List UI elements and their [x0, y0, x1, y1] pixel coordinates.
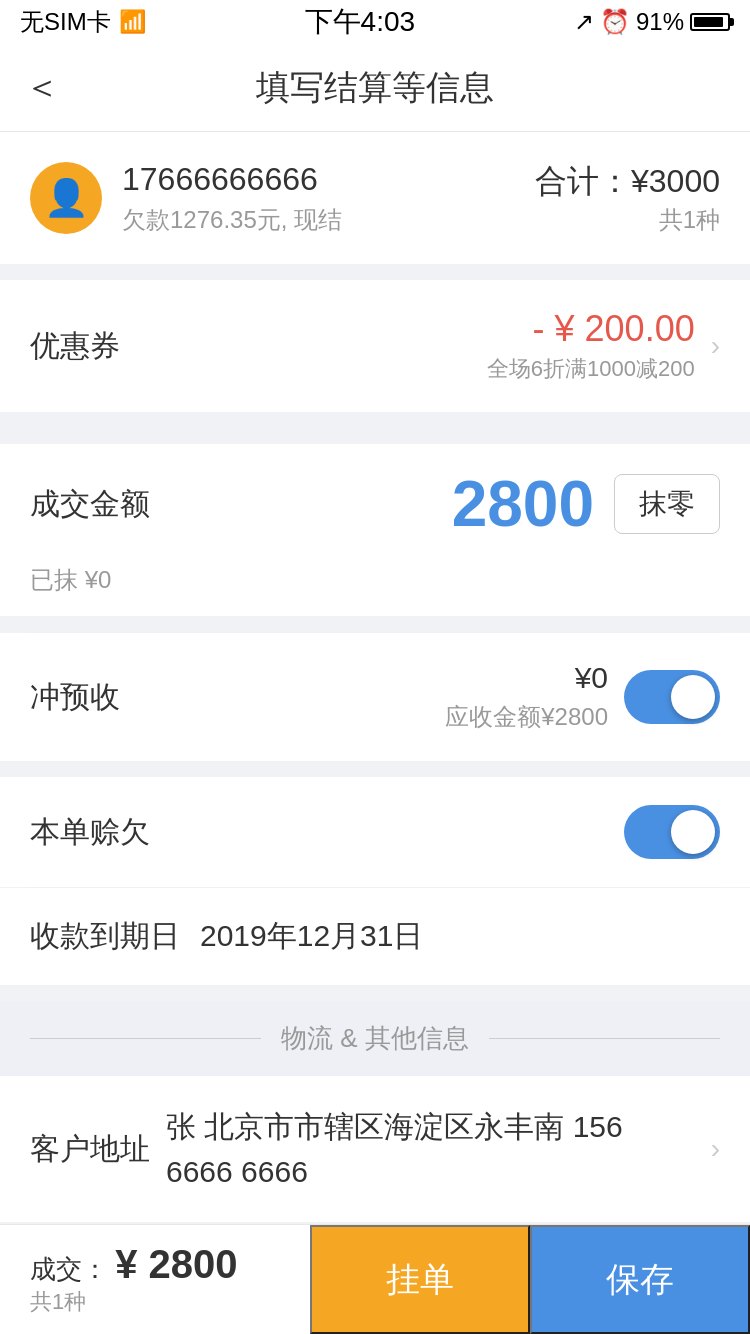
coupon-label: 优惠券 [30, 326, 120, 367]
bottom-bar: 成交： ¥ 2800 共1种 挂单 保存 [0, 1224, 750, 1334]
address-row[interactable]: 客户地址 张 北京市市辖区海淀区永丰南 156 6666 6666 › [0, 1076, 750, 1222]
nav-bar: ＜ 填写结算等信息 [0, 44, 750, 132]
amount-number: 2800 [452, 472, 594, 536]
credit-label: 本单赊欠 [30, 812, 150, 853]
due-value: 2019年12月31日 [200, 916, 423, 957]
avatar: 👤 [30, 162, 102, 234]
customer-left: 👤 17666666666 欠款1276.35元, 现结 [30, 161, 342, 236]
status-left: 无SIM卡 📶 [20, 6, 146, 38]
logistics-divider: 物流 & 其他信息 [0, 1001, 750, 1076]
carrier-text: 无SIM卡 [20, 6, 111, 38]
status-right: ↗ ⏰ 91% [574, 8, 730, 36]
bottom-buttons: 挂单 保存 [310, 1225, 750, 1334]
coupon-value-col: - ¥ 200.00 全场6折满1000减200 [487, 308, 695, 384]
status-bar: 无SIM卡 📶 下午4:03 ↗ ⏰ 91% [0, 0, 750, 44]
amount-label: 成交金额 [30, 484, 150, 525]
save-button[interactable]: 保存 [530, 1225, 750, 1334]
address-label: 客户地址 [30, 1129, 150, 1170]
bottom-deal-label: 成交： ¥ 2800 [30, 1242, 280, 1287]
address-chevron: › [711, 1133, 720, 1165]
coupon-value: - ¥ 200.00 [533, 308, 695, 350]
separator-2 [0, 761, 750, 777]
prepay-label: 冲预收 [30, 677, 120, 718]
battery-icon [690, 13, 730, 31]
prepay-toggle[interactable] [624, 670, 720, 724]
coupon-card: 优惠券 - ¥ 200.00 全场6折满1000减200 › [0, 280, 750, 412]
deal-amount: ¥ 2800 [115, 1242, 237, 1286]
coupon-desc: 全场6折满1000减200 [487, 354, 695, 384]
amount-section: 成交金额 2800 抹零 已抹 ¥0 [0, 444, 750, 616]
amount-erased: 已抹 ¥0 [0, 564, 750, 616]
coupon-right: - ¥ 200.00 全场6折满1000减200 › [487, 308, 720, 384]
erase-button[interactable]: 抹零 [614, 474, 720, 534]
customer-debt: 欠款1276.35元, 现结 [122, 204, 342, 236]
divider-text: 物流 & 其他信息 [281, 1021, 469, 1056]
hold-button[interactable]: 挂单 [310, 1225, 530, 1334]
customer-info-row: 👤 17666666666 欠款1276.35元, 现结 合计：¥3000 共1… [0, 132, 750, 264]
content: 👤 17666666666 欠款1276.35元, 现结 合计：¥3000 共1… [0, 132, 750, 1334]
address-value: 张 北京市市辖区海淀区永丰南 156 6666 6666 [166, 1104, 689, 1194]
amount-right: 2800 抹零 [452, 472, 720, 536]
customer-details: 17666666666 欠款1276.35元, 现结 [122, 161, 342, 236]
toggle-knob [671, 675, 715, 719]
battery-percent: 91% [636, 8, 684, 36]
location-icon: ↗ [574, 8, 594, 36]
separator-3 [0, 985, 750, 1001]
prepay-row: 冲预收 ¥0 应收金额¥2800 [0, 633, 750, 761]
prepay-sub: 应收金额¥2800 [445, 701, 608, 733]
total-count: 共1种 [535, 204, 720, 236]
due-label: 收款到期日 [30, 916, 180, 957]
amount-row: 成交金额 2800 抹零 [0, 444, 750, 564]
prepay-amount: ¥0 [575, 661, 608, 695]
credit-row: 本单赊欠 [0, 777, 750, 887]
credit-toggle-knob [671, 810, 715, 854]
separator-1 [0, 428, 750, 444]
page-title: 填写结算等信息 [256, 65, 494, 111]
bottom-info: 成交： ¥ 2800 共1种 [0, 1242, 310, 1317]
divider-line-left [30, 1038, 261, 1039]
credit-toggle[interactable] [624, 805, 720, 859]
wifi-icon: 📶 [119, 9, 146, 35]
prepay-right: ¥0 应收金额¥2800 [445, 661, 720, 733]
customer-phone: 17666666666 [122, 161, 342, 198]
alarm-icon: ⏰ [600, 8, 630, 36]
prepay-values: ¥0 应收金额¥2800 [445, 661, 608, 733]
avatar-icon: 👤 [44, 177, 89, 219]
customer-total: 合计：¥3000 共1种 [535, 160, 720, 236]
bottom-count: 共1种 [30, 1287, 280, 1317]
divider-line-right [489, 1038, 720, 1039]
total-amount: 合计：¥3000 [535, 160, 720, 204]
deal-prefix: 成交： [30, 1254, 108, 1284]
coupon-chevron: › [711, 330, 720, 362]
due-date-row: 收款到期日 2019年12月31日 [0, 888, 750, 985]
status-time: 下午4:03 [305, 3, 416, 41]
coupon-row[interactable]: 优惠券 - ¥ 200.00 全场6折满1000减200 › [0, 280, 750, 412]
back-button[interactable]: ＜ [24, 63, 60, 112]
